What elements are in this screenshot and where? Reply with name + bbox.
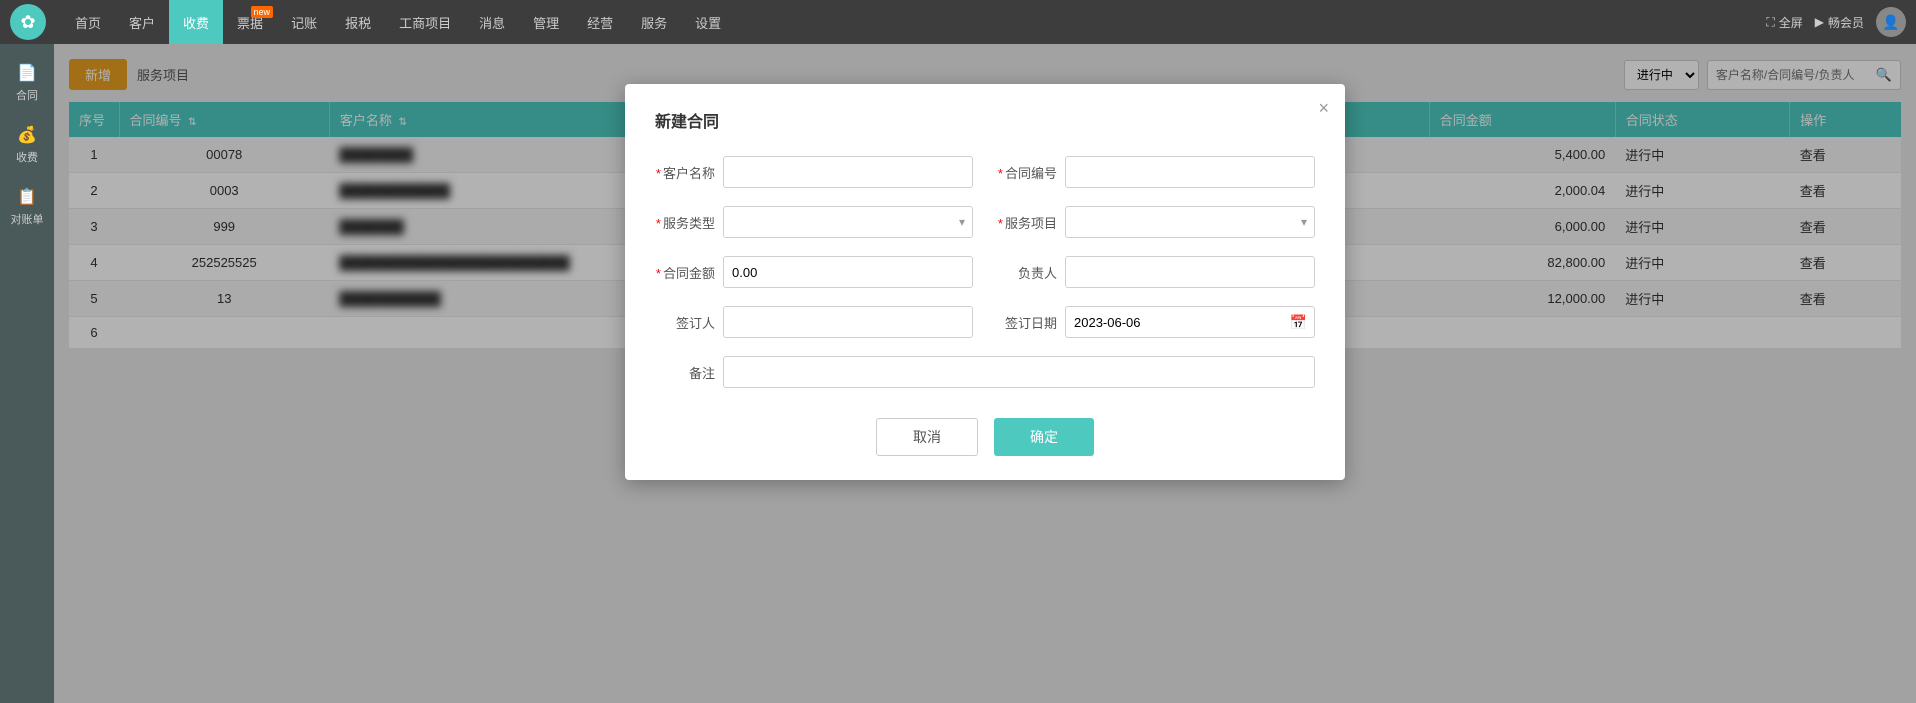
form-field-sign-date: 签订日期 📅 bbox=[997, 306, 1315, 338]
fullscreen-icon: ⛶ bbox=[1766, 15, 1774, 30]
required-star5: * bbox=[656, 266, 661, 281]
service-item-select-wrap: ▾ bbox=[1065, 206, 1315, 238]
nav-item-tax[interactable]: 报税 bbox=[331, 0, 385, 44]
content-area: 新增 服务项目 进行中 已完成 已终止 🔍 序号 合同 bbox=[54, 44, 1916, 703]
play-icon: ▶ bbox=[1815, 15, 1824, 29]
confirm-button[interactable]: 确定 bbox=[994, 418, 1094, 456]
required-star2: * bbox=[998, 166, 1003, 181]
sidebar-item-reconcile[interactable]: 📋 对账单 bbox=[0, 178, 54, 235]
sidebar-item-billing-label: 收费 bbox=[16, 149, 38, 165]
service-item-select[interactable] bbox=[1065, 206, 1315, 238]
sign-date-input[interactable] bbox=[1065, 306, 1315, 338]
required-star3: * bbox=[656, 216, 661, 231]
fullscreen-label: 全屏 bbox=[1779, 14, 1803, 31]
responsible-label: 负责人 bbox=[997, 263, 1057, 282]
form-grid: *客户名称 *合同编号 *服务类型 bbox=[655, 156, 1315, 388]
contract-no-label: *合同编号 bbox=[997, 163, 1057, 182]
note-label: 备注 bbox=[655, 363, 715, 382]
nav-item-message[interactable]: 消息 bbox=[465, 0, 519, 44]
customer-name-input[interactable] bbox=[723, 156, 973, 188]
service-item-label: *服务项目 bbox=[997, 213, 1057, 232]
service-type-label: *服务类型 bbox=[655, 213, 715, 232]
contract-icon: 📄 bbox=[16, 62, 38, 84]
sidebar: 📄 合同 💰 收费 📋 对账单 bbox=[0, 44, 54, 703]
nav-item-invoice[interactable]: 收费 bbox=[169, 0, 223, 44]
service-type-select[interactable] bbox=[723, 206, 973, 238]
cancel-button[interactable]: 取消 bbox=[876, 418, 978, 456]
service-type-select-wrap: ▾ bbox=[723, 206, 973, 238]
required-star: * bbox=[656, 166, 661, 181]
modal-close-button[interactable]: × bbox=[1318, 98, 1329, 119]
nav-item-records[interactable]: 记账 bbox=[277, 0, 331, 44]
vip-button[interactable]: ▶ 畅会员 bbox=[1815, 14, 1864, 31]
new-badge: new bbox=[251, 6, 274, 18]
signer-input[interactable] bbox=[723, 306, 973, 338]
avatar[interactable]: 👤 bbox=[1876, 7, 1906, 37]
form-field-signer: 签订人 bbox=[655, 306, 973, 338]
responsible-input[interactable] bbox=[1065, 256, 1315, 288]
top-navigation: ✿ 首页 客户 收费 票据 new 记账 报税 工商项目 消息 管理 经营 服务… bbox=[0, 0, 1916, 44]
app-logo: ✿ bbox=[10, 4, 46, 40]
customer-name-label: *客户名称 bbox=[655, 163, 715, 182]
form-field-amount: *合同金额 bbox=[655, 256, 973, 288]
nav-item-ticket[interactable]: 票据 new bbox=[223, 0, 277, 44]
new-contract-modal: 新建合同 × *客户名称 *合同编号 bbox=[625, 84, 1345, 480]
billing-icon: 💰 bbox=[16, 124, 38, 146]
fullscreen-button[interactable]: ⛶ 全屏 bbox=[1766, 14, 1802, 31]
signer-label: 签订人 bbox=[655, 313, 715, 332]
reconcile-icon: 📋 bbox=[16, 186, 38, 208]
form-field-contract-no: *合同编号 bbox=[997, 156, 1315, 188]
nav-item-home[interactable]: 首页 bbox=[61, 0, 115, 44]
modal-overlay: 新建合同 × *客户名称 *合同编号 bbox=[54, 44, 1916, 703]
nav-item-settings[interactable]: 设置 bbox=[681, 0, 735, 44]
date-input-wrap: 📅 bbox=[1065, 306, 1315, 338]
nav-menu: 首页 客户 收费 票据 new 记账 报税 工商项目 消息 管理 经营 服务 设… bbox=[61, 0, 1766, 44]
form-field-note: 备注 bbox=[655, 356, 1315, 388]
sidebar-item-contract[interactable]: 📄 合同 bbox=[0, 54, 54, 111]
required-star4: * bbox=[998, 216, 1003, 231]
modal-actions: 取消 确定 bbox=[655, 418, 1315, 456]
top-nav-right: ⛶ 全屏 ▶ 畅会员 👤 bbox=[1766, 7, 1906, 37]
nav-item-business[interactable]: 工商项目 bbox=[385, 0, 465, 44]
vip-label: 畅会员 bbox=[1828, 14, 1864, 31]
sidebar-item-billing[interactable]: 💰 收费 bbox=[0, 116, 54, 173]
contract-no-input[interactable] bbox=[1065, 156, 1315, 188]
nav-item-manage[interactable]: 管理 bbox=[519, 0, 573, 44]
sidebar-item-reconcile-label: 对账单 bbox=[11, 211, 44, 227]
form-field-customer-name: *客户名称 bbox=[655, 156, 973, 188]
modal-title: 新建合同 bbox=[655, 108, 1315, 132]
nav-item-operation[interactable]: 经营 bbox=[573, 0, 627, 44]
sidebar-item-contract-label: 合同 bbox=[16, 87, 38, 103]
form-field-responsible: 负责人 bbox=[997, 256, 1315, 288]
amount-label: *合同金额 bbox=[655, 263, 715, 282]
form-field-service-item: *服务项目 ▾ bbox=[997, 206, 1315, 238]
main-layout: 📄 合同 💰 收费 📋 对账单 新增 服务项目 进行中 已完成 已终止 bbox=[0, 44, 1916, 703]
form-field-service-type: *服务类型 ▾ bbox=[655, 206, 973, 238]
nav-item-customer[interactable]: 客户 bbox=[115, 0, 169, 44]
nav-item-service[interactable]: 服务 bbox=[627, 0, 681, 44]
amount-input[interactable] bbox=[723, 256, 973, 288]
sign-date-label: 签订日期 bbox=[997, 313, 1057, 332]
note-input[interactable] bbox=[723, 356, 1315, 388]
